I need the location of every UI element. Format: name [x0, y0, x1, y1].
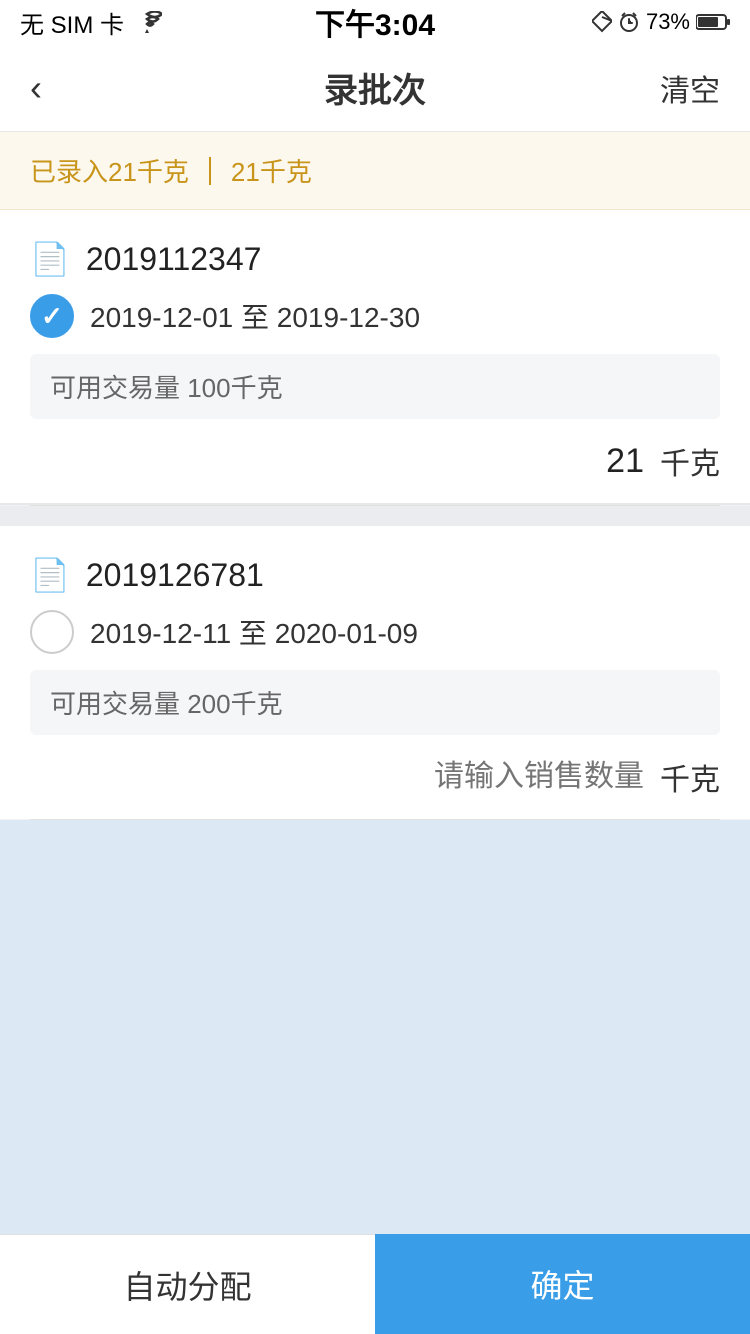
auto-distribute-button[interactable]: 自动分配 — [0, 1234, 375, 1334]
battery-percent: 73% — [646, 9, 690, 35]
batch2-available: 可用交易量 200千克 — [30, 670, 720, 735]
batch1-quantity-value: 21 — [606, 442, 644, 481]
batch1-check-icon: ✓ — [41, 301, 63, 332]
batch2-card: 📄 2019126781 2019-12-11 至 2020-01-09 可用交… — [0, 526, 750, 735]
batch1-available: 可用交易量 100千克 — [30, 354, 720, 419]
status-bar: 无 SIM 卡 下午3:04 73% — [0, 0, 750, 44]
empty-area — [0, 820, 750, 1240]
batch1-doc-icon: 📄 — [30, 240, 70, 278]
info-banner: 已录入21千克 21千克 — [0, 132, 750, 210]
back-button[interactable]: ‹ — [30, 67, 90, 109]
batch2-date-row: 2019-12-11 至 2020-01-09 — [30, 610, 720, 654]
location-icon — [592, 11, 612, 33]
battery-icon — [696, 13, 730, 31]
batch2-doc-icon: 📄 — [30, 556, 70, 594]
batch1-quantity-row: 21 千克 — [0, 419, 750, 505]
wifi-icon — [132, 11, 162, 33]
batch1-id: 2019112347 — [86, 241, 262, 278]
batch1-date-row: ✓ 2019-12-01 至 2019-12-30 — [30, 294, 720, 338]
batch2-input-row: 千克 — [0, 735, 750, 819]
status-right: 73% — [592, 9, 730, 35]
info-divider — [209, 157, 211, 185]
no-sim-text: 无 SIM 卡 — [20, 5, 124, 40]
batch1-card: 📄 2019112347 ✓ 2019-12-01 至 2019-12-30 可… — [0, 210, 750, 419]
batch1-radio[interactable]: ✓ — [30, 294, 74, 338]
batch1-date-range: 2019-12-01 至 2019-12-30 — [90, 296, 420, 336]
batch1-quantity-unit: 千克 — [660, 439, 720, 483]
bottom-bar: 自动分配 确定 — [0, 1234, 750, 1334]
batch1-header: 📄 2019112347 — [30, 240, 720, 278]
batch2-date-range: 2019-12-11 至 2020-01-09 — [90, 612, 418, 652]
batch2-radio[interactable] — [30, 610, 74, 654]
recorded-value: 21千克 — [231, 152, 312, 189]
status-left: 无 SIM 卡 — [20, 5, 162, 40]
confirm-button[interactable]: 确定 — [375, 1234, 750, 1334]
section-separator — [0, 506, 750, 526]
page-title: 录批次 — [324, 63, 426, 112]
alarm-icon — [618, 11, 640, 33]
batch2-quantity-input[interactable] — [344, 760, 644, 794]
clear-button[interactable]: 清空 — [660, 66, 720, 110]
recorded-label: 已录入21千克 — [30, 152, 189, 189]
batch2-header: 📄 2019126781 — [30, 556, 720, 594]
status-time: 下午3:04 — [315, 0, 435, 44]
batch2-input-unit: 千克 — [660, 755, 720, 799]
batch2-id: 2019126781 — [86, 557, 264, 594]
nav-bar: ‹ 录批次 清空 — [0, 44, 750, 132]
